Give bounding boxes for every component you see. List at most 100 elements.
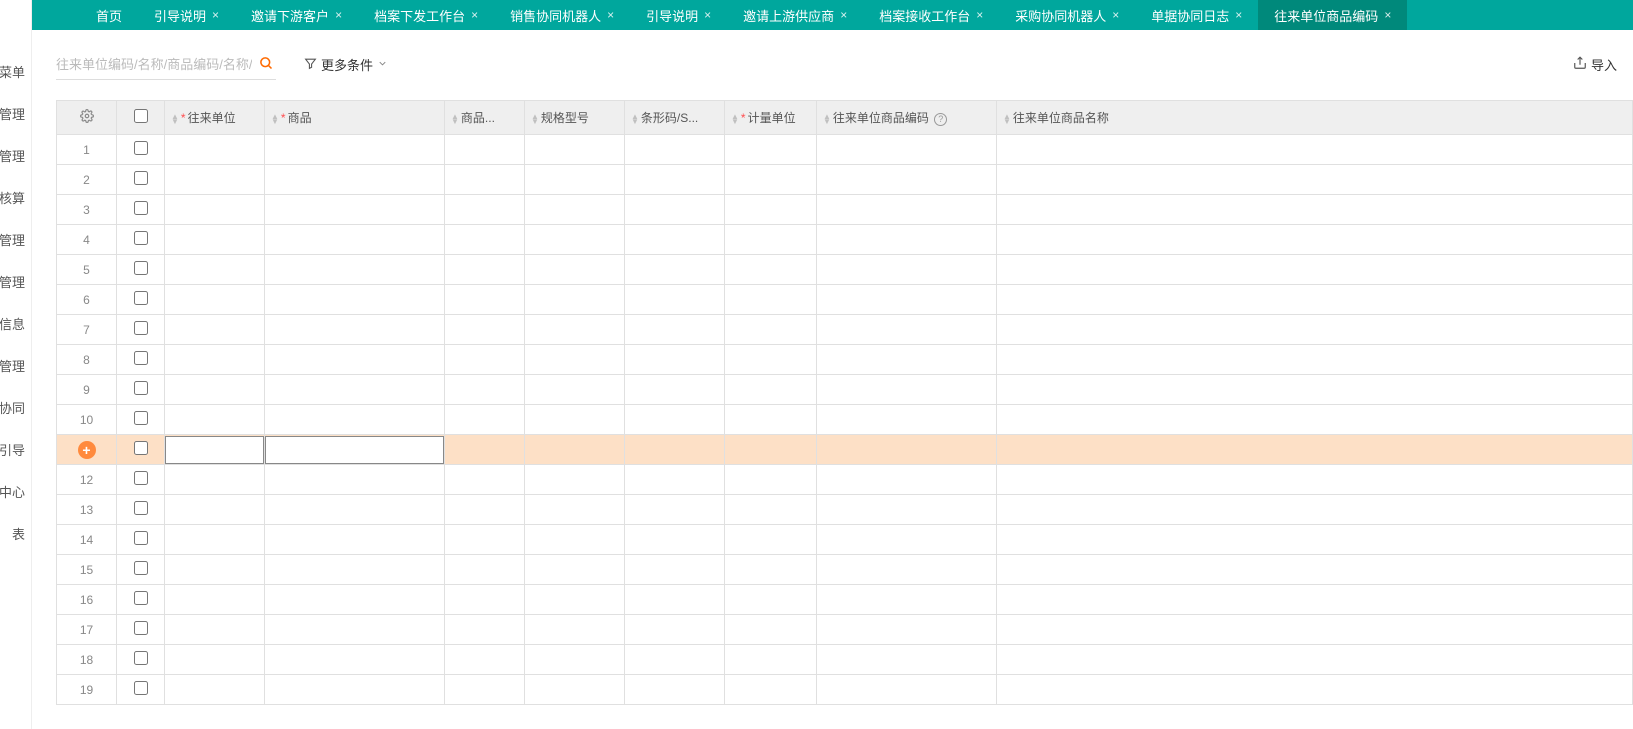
table-row[interactable]: +	[57, 435, 1633, 465]
row-checkbox[interactable]	[134, 261, 148, 275]
table-row[interactable]: 7	[57, 315, 1633, 345]
cell[interactable]	[997, 315, 1633, 345]
cell[interactable]	[625, 435, 725, 465]
row-checkbox[interactable]	[134, 321, 148, 335]
cell[interactable]	[525, 225, 625, 255]
table-row[interactable]: 12	[57, 465, 1633, 495]
cell[interactable]	[165, 135, 265, 165]
cell[interactable]	[525, 525, 625, 555]
cell[interactable]	[265, 375, 445, 405]
cell[interactable]	[445, 615, 525, 645]
add-row-button[interactable]: +	[78, 441, 96, 459]
cell[interactable]	[165, 345, 265, 375]
sidebar-item[interactable]: 核算	[0, 176, 31, 218]
cell[interactable]	[525, 375, 625, 405]
cell[interactable]	[525, 495, 625, 525]
row-checkbox[interactable]	[134, 411, 148, 425]
cell[interactable]	[997, 135, 1633, 165]
cell[interactable]	[445, 255, 525, 285]
cell[interactable]	[265, 135, 445, 165]
cell[interactable]	[265, 345, 445, 375]
cell[interactable]	[445, 285, 525, 315]
cell[interactable]	[725, 405, 817, 435]
tab[interactable]: 档案接收工作台×	[863, 0, 999, 30]
cell[interactable]	[997, 615, 1633, 645]
cell[interactable]	[997, 165, 1633, 195]
cell-input[interactable]	[265, 436, 444, 464]
cell[interactable]	[625, 495, 725, 525]
export-button[interactable]: 导入	[1567, 55, 1623, 74]
cell[interactable]	[445, 435, 525, 465]
tab[interactable]: 引导说明×	[138, 0, 235, 30]
header-unit-code[interactable]: ▲▼往来单位商品编码 ?	[817, 101, 997, 135]
tab[interactable]: 引导说明×	[630, 0, 727, 30]
table-row[interactable]: 19	[57, 675, 1633, 705]
cell[interactable]	[265, 195, 445, 225]
cell[interactable]	[445, 375, 525, 405]
sidebar-item[interactable]: 管理	[0, 218, 31, 260]
cell[interactable]	[625, 465, 725, 495]
table-row[interactable]: 5	[57, 255, 1633, 285]
cell[interactable]	[725, 195, 817, 225]
close-icon[interactable]: ×	[1384, 8, 1391, 22]
sidebar-item[interactable]: 引导	[0, 428, 31, 470]
table-row[interactable]: 10	[57, 405, 1633, 435]
cell[interactable]	[265, 225, 445, 255]
cell[interactable]	[445, 525, 525, 555]
cell[interactable]	[817, 465, 997, 495]
cell[interactable]	[725, 435, 817, 465]
cell[interactable]	[817, 375, 997, 405]
cell[interactable]	[445, 195, 525, 225]
cell[interactable]	[265, 285, 445, 315]
cell[interactable]	[445, 645, 525, 675]
search-icon[interactable]	[259, 56, 274, 75]
row-checkbox[interactable]	[134, 561, 148, 575]
sidebar-item[interactable]: 管理	[0, 344, 31, 386]
cell[interactable]	[817, 345, 997, 375]
close-icon[interactable]: ×	[335, 8, 342, 22]
table-row[interactable]: 3	[57, 195, 1633, 225]
header-product[interactable]: ▲▼*商品	[265, 101, 445, 135]
cell[interactable]	[625, 255, 725, 285]
cell[interactable]	[265, 405, 445, 435]
cell[interactable]	[625, 315, 725, 345]
cell[interactable]	[525, 405, 625, 435]
cell[interactable]	[625, 225, 725, 255]
cell[interactable]	[997, 495, 1633, 525]
row-checkbox[interactable]	[134, 291, 148, 305]
cell[interactable]	[525, 165, 625, 195]
cell[interactable]	[525, 135, 625, 165]
cell[interactable]	[165, 435, 265, 465]
cell[interactable]	[445, 225, 525, 255]
cell[interactable]	[725, 465, 817, 495]
sidebar-item[interactable]: 管理	[0, 260, 31, 302]
cell[interactable]	[997, 465, 1633, 495]
cell[interactable]	[525, 345, 625, 375]
cell[interactable]	[725, 525, 817, 555]
cell[interactable]	[817, 555, 997, 585]
cell[interactable]	[265, 615, 445, 645]
close-icon[interactable]: ×	[471, 8, 478, 22]
cell[interactable]	[265, 555, 445, 585]
table-row[interactable]: 13	[57, 495, 1633, 525]
cell[interactable]	[445, 675, 525, 705]
row-checkbox[interactable]	[134, 201, 148, 215]
sidebar-item[interactable]: 中心	[0, 470, 31, 512]
cell[interactable]	[165, 465, 265, 495]
cell[interactable]	[265, 525, 445, 555]
sidebar-item[interactable]: 协同	[0, 386, 31, 428]
select-all-checkbox[interactable]	[134, 109, 148, 123]
cell[interactable]	[265, 495, 445, 525]
cell[interactable]	[265, 645, 445, 675]
table-row[interactable]: 2	[57, 165, 1633, 195]
cell[interactable]	[265, 255, 445, 285]
table-row[interactable]: 17	[57, 615, 1633, 645]
table-row[interactable]: 15	[57, 555, 1633, 585]
table-row[interactable]: 8	[57, 345, 1633, 375]
cell[interactable]	[625, 285, 725, 315]
close-icon[interactable]: ×	[1235, 8, 1242, 22]
header-checkbox[interactable]	[117, 101, 165, 135]
cell[interactable]	[445, 465, 525, 495]
cell[interactable]	[525, 195, 625, 225]
table-row[interactable]: 6	[57, 285, 1633, 315]
